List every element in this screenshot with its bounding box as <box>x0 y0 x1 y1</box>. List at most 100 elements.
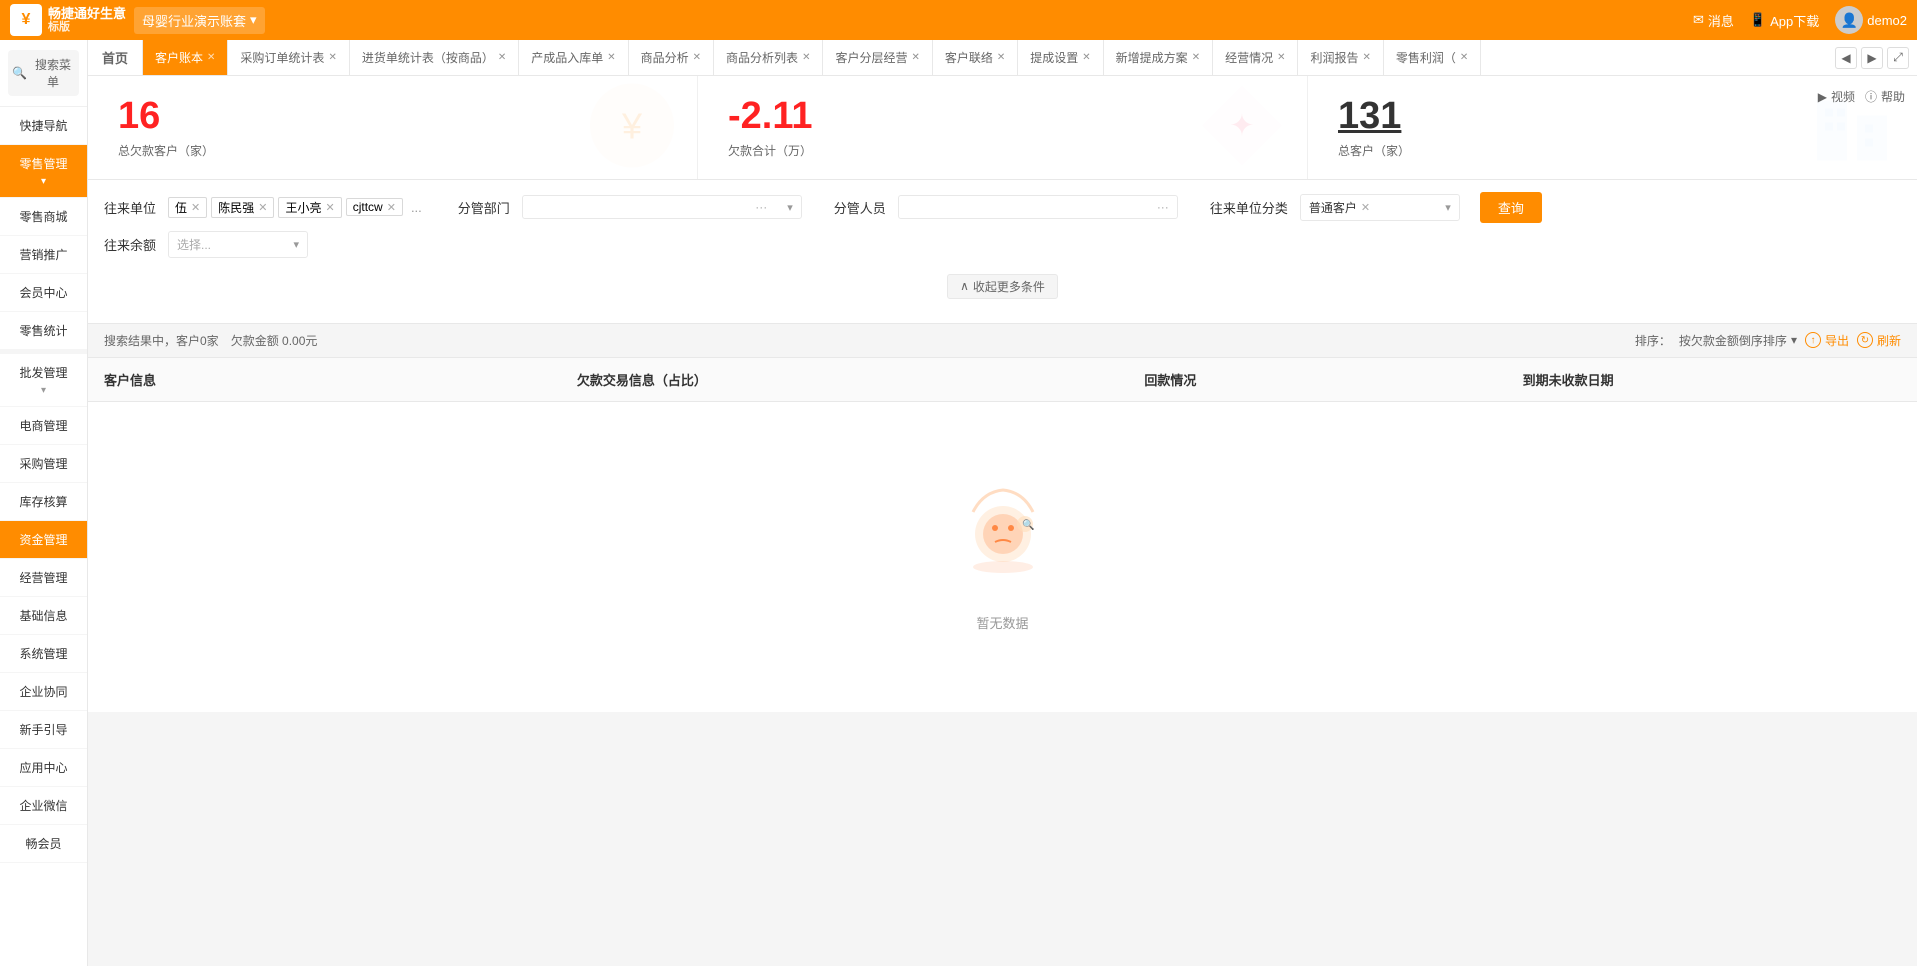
tab-retail-profit[interactable]: 零售利润（ ✕ <box>1384 40 1481 76</box>
tag-close-btn[interactable]: ✕ <box>1361 201 1370 214</box>
logo-icon: ¥ <box>10 4 42 36</box>
logo-text: 畅捷通好生意 标版 <box>48 6 126 35</box>
tabs-scroll-left-btn[interactable]: ◀ <box>1835 47 1857 69</box>
sidebar-item-retail-stats[interactable]: 零售统计 <box>0 312 87 350</box>
table-header: 客户信息 欠款交易信息（占比） 回款情况 到期未收款日期 <box>88 358 1917 402</box>
sidebar-item-app-center[interactable]: 应用中心 <box>0 749 87 787</box>
refresh-btn[interactable]: ↻ 刷新 <box>1857 332 1901 349</box>
sidebar-label: 营销推广 <box>19 246 67 263</box>
chevron-down-icon: ▾ <box>1791 333 1797 347</box>
tab-product-entry[interactable]: 产成品入库单 ✕ <box>519 40 628 76</box>
tabs-scroll-right-btn[interactable]: ▶ <box>1861 47 1883 69</box>
sidebar-item-finance[interactable]: 资金管理 <box>0 521 87 559</box>
tab-close-btn[interactable]: ✕ <box>693 52 701 63</box>
sidebar-item-retail-mall[interactable]: 零售商城 <box>0 198 87 236</box>
sidebar-item-ecommerce[interactable]: 电商管理 <box>0 407 87 445</box>
sidebar-item-inventory[interactable]: 库存核算 <box>0 483 87 521</box>
tag-close-btn[interactable]: ✕ <box>191 201 200 214</box>
tab-purchase-stats-by-product[interactable]: 进货单统计表（按商品） ✕ <box>350 40 519 76</box>
tag-close-btn[interactable]: ✕ <box>387 201 396 214</box>
filter-row-2: 往来余额 选择... ▾ <box>104 231 1901 258</box>
tab-close-btn[interactable]: ✕ <box>607 52 615 63</box>
user-avatar-btn[interactable]: 👤 demo2 <box>1835 6 1907 34</box>
app-download-btn[interactable]: 📱 App下载 <box>1750 11 1819 30</box>
collapse-btn[interactable]: ∧ 收起更多条件 <box>947 274 1058 299</box>
tag-close-btn[interactable]: ✕ <box>258 201 267 214</box>
sidebar-item-purchase-mgmt[interactable]: 采购管理 <box>0 445 87 483</box>
tab-home[interactable]: 首页 <box>88 40 143 76</box>
tab-close-btn[interactable]: ✕ <box>207 52 215 63</box>
sidebar-item-batch-mgmt[interactable]: 批发管理 ▾ <box>0 354 87 407</box>
tab-close-btn[interactable]: ✕ <box>328 52 336 63</box>
help-btn[interactable]: ⓘ 帮助 <box>1865 88 1905 105</box>
sidebar-item-marketing[interactable]: 营销推广 <box>0 236 87 274</box>
tab-product-analysis-list[interactable]: 商品分析列表 ✕ <box>714 40 823 76</box>
tab-add-commission[interactable]: 新增提成方案 ✕ <box>1104 40 1213 76</box>
sidebar-item-member-center[interactable]: 会员中心 <box>0 274 87 312</box>
svg-text:🔍: 🔍 <box>1022 518 1034 531</box>
tabs-controls: ◀ ▶ ⤢ <box>1827 47 1917 69</box>
filter-dept-select[interactable]: ··· ▾ <box>522 195 802 219</box>
tab-close-btn[interactable]: ✕ <box>1363 52 1371 63</box>
sidebar-item-retail-mgmt[interactable]: 零售管理 ▾ <box>0 145 87 198</box>
tab-purchase-order-stats[interactable]: 采购订单统计表 ✕ <box>228 40 349 76</box>
search-result-amount: 欠款金额 0.00元 <box>231 332 318 349</box>
sort-select[interactable]: 按欠款金额倒序排序 ▾ <box>1679 332 1797 349</box>
stat-value-arrears: -2.11 <box>728 96 1277 138</box>
search-result-text: 搜索结果中，客户0家 <box>104 332 219 349</box>
filter-row-1: 往来单位 伍 ✕ 陈民强 ✕ 王小亮 <box>104 192 1901 223</box>
table-header-col-3: 回款情况 <box>1144 370 1522 389</box>
export-btn[interactable]: ↑ 导出 <box>1805 332 1849 349</box>
tab-close-btn[interactable]: ✕ <box>802 52 810 63</box>
tabs-expand-btn[interactable]: ⤢ <box>1887 47 1909 69</box>
filter-remainder-select[interactable]: 选择... ▾ <box>168 231 308 258</box>
filter-category-tag: 普通客户 ✕ <box>1309 199 1370 216</box>
message-btn[interactable]: ✉ 消息 <box>1693 11 1734 30</box>
workspace-dropdown[interactable]: 母婴行业演示账套 ▾ <box>134 7 265 34</box>
ellipsis-icon: ··· <box>1157 200 1169 214</box>
sidebar-item-membership[interactable]: 畅会员 <box>0 825 87 863</box>
tab-operations-overview[interactable]: 经营情况 ✕ <box>1213 40 1298 76</box>
tab-close-btn[interactable]: ✕ <box>498 52 506 63</box>
sidebar-label: 应用中心 <box>19 759 67 776</box>
filter-tag-more[interactable]: ... <box>407 198 426 217</box>
tab-close-btn[interactable]: ✕ <box>1277 52 1285 63</box>
sidebar-label: 零售管理 <box>19 155 67 172</box>
refresh-icon: ↻ <box>1857 332 1873 348</box>
tab-customer-ledger[interactable]: 客户账本 ✕ <box>143 40 228 76</box>
query-button[interactable]: 查询 <box>1480 192 1542 223</box>
tab-profit-report[interactable]: 利润报告 ✕ <box>1298 40 1383 76</box>
search-menu-btn[interactable]: 🔍 搜索菜单 <box>8 50 79 96</box>
stat-card-total-customers: 131 总客户（家） ▶ 视频 ⓘ 帮助 <box>1308 76 1917 179</box>
empty-state: 🔍 暂无数据 <box>88 402 1917 712</box>
sidebar-item-wecom[interactable]: 企业微信 <box>0 787 87 825</box>
tab-close-btn[interactable]: ✕ <box>1460 52 1468 63</box>
tab-close-btn[interactable]: ✕ <box>1192 52 1200 63</box>
tab-product-analysis[interactable]: 商品分析 ✕ <box>629 40 714 76</box>
download-icon: 📱 <box>1750 12 1766 28</box>
video-btn[interactable]: ▶ 视频 <box>1818 88 1855 105</box>
sidebar-item-new-guide[interactable]: 新手引导 <box>0 711 87 749</box>
sidebar-item-operations[interactable]: 经营管理 <box>0 559 87 597</box>
tab-customer-contact[interactable]: 客户联络 ✕ <box>933 40 1018 76</box>
sidebar-item-system[interactable]: 系统管理 <box>0 635 87 673</box>
tab-close-btn[interactable]: ✕ <box>1082 52 1090 63</box>
filter-unit-category-label: 往来单位分类 <box>1210 198 1288 217</box>
tab-customer-layering[interactable]: 客户分层经营 ✕ <box>823 40 932 76</box>
table-header-col-2: 欠款交易信息（占比） <box>577 370 1144 389</box>
search-result-left: 搜索结果中，客户0家 欠款金额 0.00元 <box>104 332 317 349</box>
stat-label-total-customers: 总客户（家） <box>1338 142 1887 159</box>
sidebar-item-quick-nav[interactable]: 快捷导航 <box>0 107 87 145</box>
filter-person-select[interactable]: ··· <box>898 195 1178 219</box>
sidebar-search-area: 🔍 搜索菜单 <box>0 40 87 107</box>
tab-close-btn[interactable]: ✕ <box>911 52 919 63</box>
tab-close-btn[interactable]: ✕ <box>997 52 1005 63</box>
header-actions: ▶ 视频 ⓘ 帮助 <box>1818 88 1905 105</box>
tag-close-btn[interactable]: ✕ <box>326 201 335 214</box>
filter-unit-category-select[interactable]: 普通客户 ✕ ▾ <box>1300 194 1460 221</box>
tab-commission-settings[interactable]: 提成设置 ✕ <box>1018 40 1103 76</box>
sidebar-item-enterprise[interactable]: 企业协同 <box>0 673 87 711</box>
search-result-right: 排序： 按欠款金额倒序排序 ▾ ↑ 导出 ↻ 刷新 <box>1635 332 1901 349</box>
sidebar-item-basic-info[interactable]: 基础信息 <box>0 597 87 635</box>
stat-label-customers: 总欠款客户（家） <box>118 142 667 159</box>
